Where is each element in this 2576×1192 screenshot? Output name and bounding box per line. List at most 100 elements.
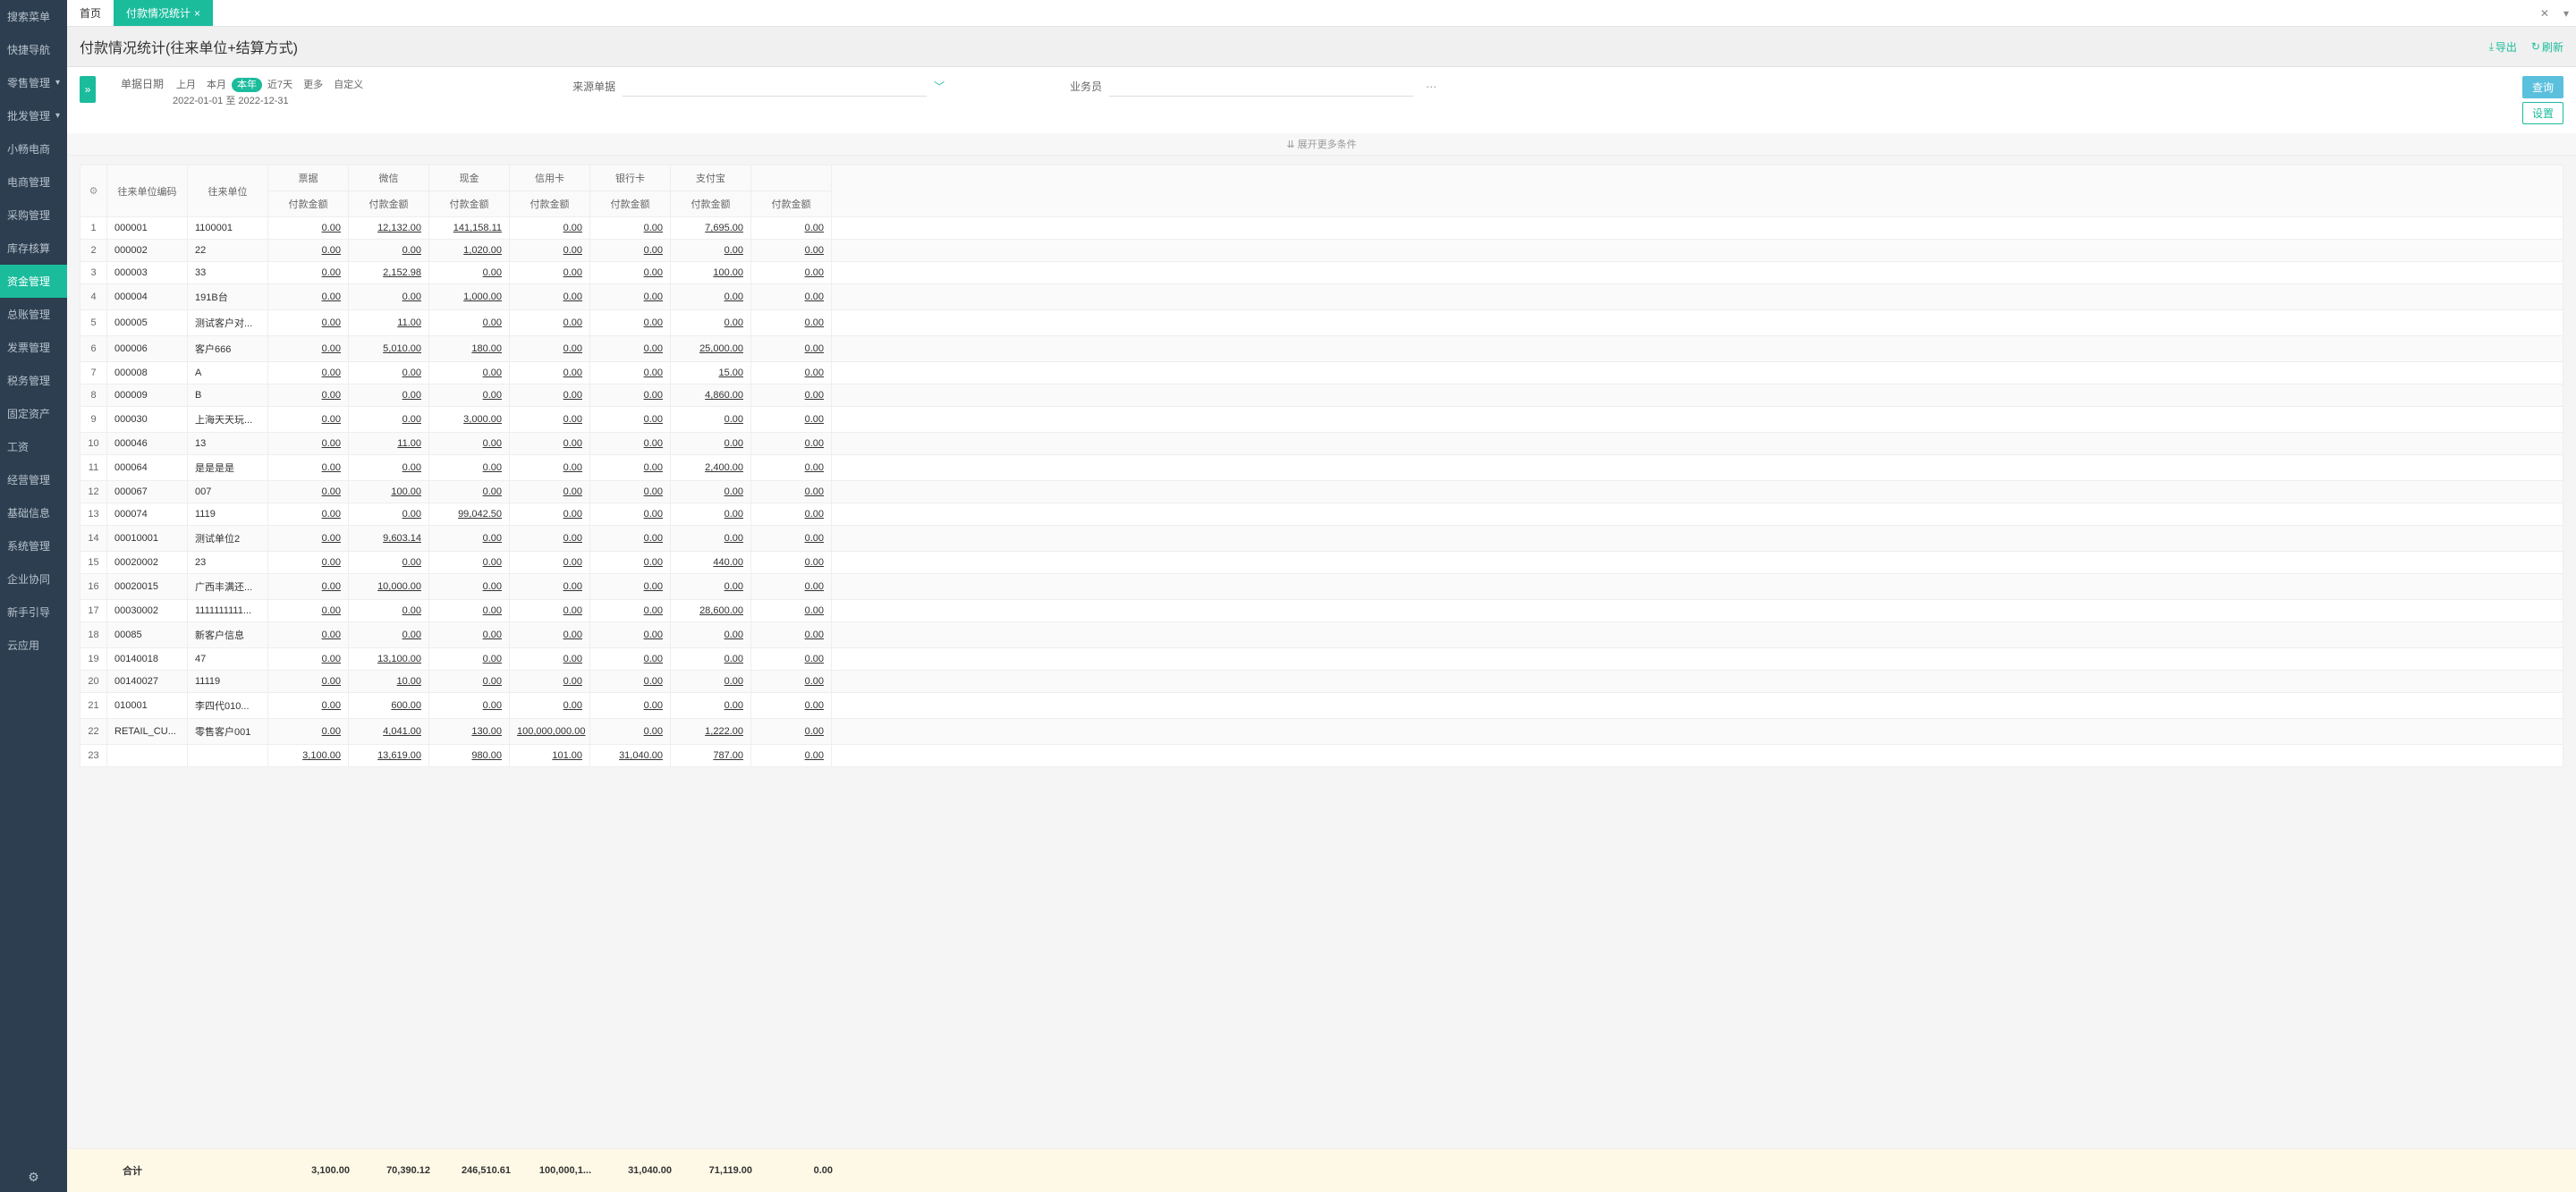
- amount-link[interactable]: 0.00: [805, 486, 824, 497]
- amount-link[interactable]: 0.00: [564, 630, 582, 640]
- amount-link[interactable]: 0.00: [564, 676, 582, 687]
- amount-link[interactable]: 0.00: [644, 223, 663, 233]
- col-amount-2[interactable]: 付款金额: [429, 191, 510, 217]
- amount-link[interactable]: 0.00: [805, 438, 824, 449]
- amount-link[interactable]: 0.00: [564, 438, 582, 449]
- refresh-button[interactable]: ↻ 刷新: [2531, 39, 2563, 55]
- table-row[interactable]: 3000003330.002,152.980.000.000.00100.000…: [80, 262, 2563, 284]
- amount-link[interactable]: 10,000.00: [377, 581, 421, 592]
- amount-link[interactable]: 0.00: [644, 654, 663, 664]
- amount-link[interactable]: 3,000.00: [463, 414, 502, 425]
- sidebar-item-7[interactable]: 库存核算: [0, 232, 67, 265]
- amount-link[interactable]: 0.00: [805, 630, 824, 640]
- amount-link[interactable]: 13,100.00: [377, 654, 421, 664]
- col-amount-1[interactable]: 付款金额: [349, 191, 429, 217]
- amount-link[interactable]: 0.00: [322, 605, 341, 616]
- amount-link[interactable]: 0.00: [402, 605, 421, 616]
- amount-link[interactable]: 0.00: [805, 581, 824, 592]
- sidebar-item-11[interactable]: 税务管理: [0, 364, 67, 397]
- chevron-down-icon[interactable]: ﹀: [934, 79, 945, 94]
- sales-input[interactable]: [1109, 76, 1413, 97]
- amount-link[interactable]: 0.00: [724, 700, 743, 711]
- amount-link[interactable]: 100.00: [391, 486, 421, 497]
- sidebar-item-8[interactable]: 资金管理: [0, 265, 67, 298]
- amount-link[interactable]: 1,000.00: [463, 292, 502, 302]
- amount-link[interactable]: 0.00: [322, 368, 341, 378]
- amount-link[interactable]: 1,020.00: [463, 245, 502, 256]
- amount-link[interactable]: 0.00: [644, 533, 663, 544]
- amount-link[interactable]: 0.00: [564, 654, 582, 664]
- col-amount-6[interactable]: 付款金额: [751, 191, 832, 217]
- amount-link[interactable]: 0.00: [483, 676, 502, 687]
- amount-link[interactable]: 0.00: [564, 223, 582, 233]
- amount-link[interactable]: 0.00: [483, 438, 502, 449]
- amount-link[interactable]: 0.00: [805, 368, 824, 378]
- amount-link[interactable]: 0.00: [805, 557, 824, 568]
- amount-link[interactable]: 13,619.00: [377, 750, 421, 761]
- table-row[interactable]: 9000030上海天天玩...0.000.003,000.000.000.000…: [80, 407, 2563, 433]
- table-row[interactable]: 1500020002230.000.000.000.000.00440.000.…: [80, 552, 2563, 574]
- amount-link[interactable]: 0.00: [644, 267, 663, 278]
- table-settings-icon[interactable]: ⚙: [80, 165, 107, 217]
- table-row[interactable]: 17000300021111111111...0.000.000.000.000…: [80, 600, 2563, 622]
- sidebar-item-6[interactable]: 采购管理: [0, 199, 67, 232]
- amount-link[interactable]: 0.00: [322, 654, 341, 664]
- amount-link[interactable]: 0.00: [644, 726, 663, 737]
- amount-link[interactable]: 0.00: [644, 486, 663, 497]
- amount-link[interactable]: 0.00: [483, 267, 502, 278]
- amount-link[interactable]: 0.00: [322, 509, 341, 520]
- amount-link[interactable]: 0.00: [322, 223, 341, 233]
- table-row[interactable]: 7000008A0.000.000.000.000.0015.000.00: [80, 362, 2563, 385]
- sidebar-item-14[interactable]: 经营管理: [0, 463, 67, 496]
- amount-link[interactable]: 0.00: [564, 267, 582, 278]
- amount-link[interactable]: 0.00: [724, 654, 743, 664]
- table-row[interactable]: 1800085新客户信息0.000.000.000.000.000.000.00: [80, 622, 2563, 648]
- amount-link[interactable]: 11.00: [397, 438, 421, 449]
- amount-link[interactable]: 0.00: [564, 557, 582, 568]
- amount-link[interactable]: 0.00: [644, 414, 663, 425]
- amount-link[interactable]: 0.00: [805, 676, 824, 687]
- amount-link[interactable]: 0.00: [483, 486, 502, 497]
- amount-link[interactable]: 0.00: [322, 317, 341, 328]
- sidebar-item-19[interactable]: 云应用: [0, 629, 67, 662]
- sidebar-item-13[interactable]: 工资: [0, 430, 67, 463]
- table-row[interactable]: 1300007411190.000.0099,042.500.000.000.0…: [80, 503, 2563, 526]
- amount-link[interactable]: 0.00: [805, 390, 824, 401]
- amount-link[interactable]: 11.00: [397, 317, 421, 328]
- amount-link[interactable]: 0.00: [322, 700, 341, 711]
- amount-link[interactable]: 0.00: [724, 533, 743, 544]
- amount-link[interactable]: 0.00: [805, 509, 824, 520]
- amount-link[interactable]: 0.00: [402, 630, 421, 640]
- amount-link[interactable]: 0.00: [322, 414, 341, 425]
- amount-link[interactable]: 0.00: [724, 438, 743, 449]
- table-row[interactable]: 4000004191B台0.000.001,000.000.000.000.00…: [80, 284, 2563, 310]
- amount-link[interactable]: 0.00: [402, 390, 421, 401]
- sidebar-item-1[interactable]: 快捷导航: [0, 33, 67, 66]
- amount-link[interactable]: 0.00: [644, 245, 663, 256]
- amount-link[interactable]: 0.00: [402, 292, 421, 302]
- amount-link[interactable]: 0.00: [402, 462, 421, 473]
- amount-link[interactable]: 2,400.00: [705, 462, 743, 473]
- amount-link[interactable]: 0.00: [322, 726, 341, 737]
- amount-link[interactable]: 141,158.11: [453, 223, 502, 233]
- amount-link[interactable]: 0.00: [564, 368, 582, 378]
- amount-link[interactable]: 0.00: [644, 390, 663, 401]
- amount-link[interactable]: 2,152.98: [383, 267, 421, 278]
- amount-link[interactable]: 4,860.00: [705, 390, 743, 401]
- amount-link[interactable]: 0.00: [724, 676, 743, 687]
- amount-link[interactable]: 440.00: [713, 557, 743, 568]
- amount-link[interactable]: 0.00: [322, 245, 341, 256]
- table-row[interactable]: 6000006客户6660.005,010.00180.000.000.0025…: [80, 336, 2563, 362]
- amount-link[interactable]: 0.00: [564, 509, 582, 520]
- amount-link[interactable]: 0.00: [564, 700, 582, 711]
- table-row[interactable]: 1400010001测试单位20.009,603.140.000.000.000…: [80, 526, 2563, 552]
- settings-button[interactable]: 设置: [2522, 102, 2563, 124]
- amount-link[interactable]: 101.00: [552, 750, 582, 761]
- date-chip-0[interactable]: 上月: [171, 78, 201, 92]
- sidebar-item-2[interactable]: 零售管理▾: [0, 66, 67, 99]
- sidebar-item-9[interactable]: 总账管理: [0, 298, 67, 331]
- amount-link[interactable]: 0.00: [322, 292, 341, 302]
- amount-link[interactable]: 0.00: [402, 245, 421, 256]
- amount-link[interactable]: 4,041.00: [383, 726, 421, 737]
- amount-link[interactable]: 0.00: [564, 414, 582, 425]
